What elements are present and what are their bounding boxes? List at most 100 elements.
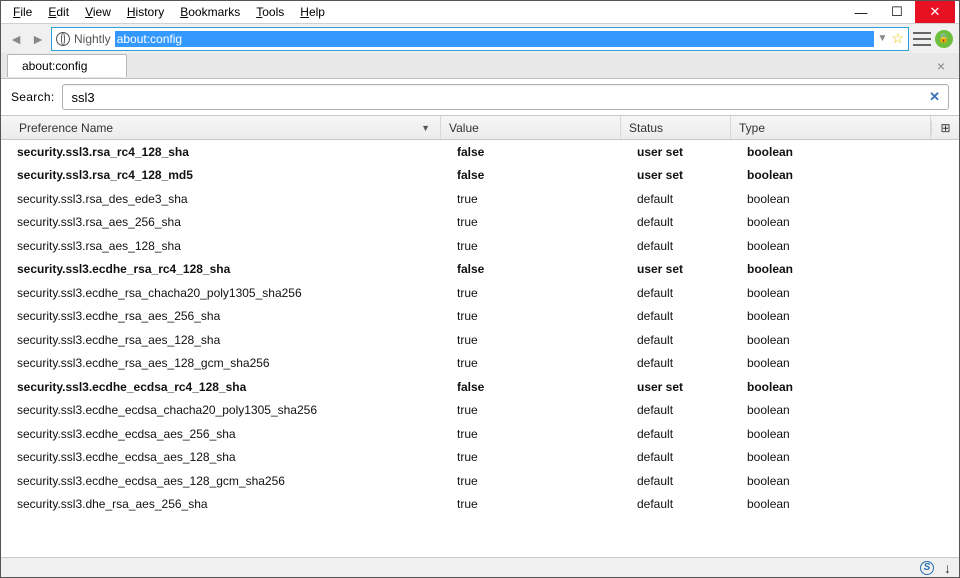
pref-value: true [441,450,621,464]
pref-name: security.ssl3.ecdhe_rsa_rc4_128_sha [1,262,441,276]
pref-value: true [441,474,621,488]
table-row[interactable]: security.ssl3.ecdhe_ecdsa_aes_256_shatru… [1,422,959,446]
table-row[interactable]: security.ssl3.ecdhe_rsa_rc4_128_shafalse… [1,258,959,282]
pref-name: security.ssl3.dhe_rsa_aes_256_sha [1,497,441,511]
column-header-value[interactable]: Value [441,116,621,139]
pref-status: user set [621,380,731,394]
pref-name: security.ssl3.ecdhe_rsa_aes_128_gcm_sha2… [1,356,441,370]
search-box[interactable]: ✕ [62,84,949,110]
column-header-name-label: Preference Name [19,121,113,135]
pref-status: default [621,192,731,206]
pref-status: default [621,427,731,441]
window-controls: — ☐ ✕ [843,1,955,23]
pref-type: boolean [731,239,959,253]
pref-type: boolean [731,450,959,464]
pref-status: default [621,333,731,347]
pref-value: true [441,403,621,417]
table-row[interactable]: security.ssl3.rsa_des_ede3_shatruedefaul… [1,187,959,211]
pref-name: security.ssl3.ecdhe_ecdsa_aes_128_gcm_sh… [1,474,441,488]
table-row[interactable]: security.ssl3.rsa_aes_128_shatruedefault… [1,234,959,258]
pref-value: true [441,192,621,206]
table-row[interactable]: security.ssl3.ecdhe_rsa_aes_256_shatrued… [1,305,959,329]
pref-type: boolean [731,168,959,182]
pref-status: default [621,356,731,370]
script-status-icon[interactable]: S [920,561,934,575]
pref-name: security.ssl3.rsa_rc4_128_md5 [1,168,441,182]
forward-button[interactable]: ► [29,30,47,48]
table-row[interactable]: security.ssl3.ecdhe_rsa_aes_128_shatrued… [1,328,959,352]
pref-value: true [441,356,621,370]
pref-status: default [621,309,731,323]
pref-name: security.ssl3.ecdhe_ecdsa_aes_256_sha [1,427,441,441]
close-window-button[interactable]: ✕ [915,1,955,23]
urlbar-dropdown-icon[interactable]: ▼ [878,33,888,44]
search-row: Search: ✕ [1,79,959,115]
tab-close-button[interactable]: × [929,58,953,74]
menu-history[interactable]: History [119,3,172,21]
menubar: FileEditViewHistoryBookmarksToolsHelp — … [1,1,959,23]
table-row[interactable]: security.ssl3.rsa_rc4_128_shafalseuser s… [1,140,959,164]
preferences-table: Preference Name ▼ Value Status Type ⊞ se… [1,115,959,557]
clear-search-icon[interactable]: ✕ [929,89,940,105]
pref-status: default [621,497,731,511]
table-row[interactable]: security.ssl3.rsa_rc4_128_md5falseuser s… [1,164,959,188]
pref-type: boolean [731,356,959,370]
search-input[interactable] [71,90,929,105]
table-row[interactable]: security.ssl3.ecdhe_rsa_chacha20_poly130… [1,281,959,305]
menu-file[interactable]: File [5,3,40,21]
pref-type: boolean [731,192,959,206]
table-row[interactable]: security.ssl3.ecdhe_ecdsa_chacha20_poly1… [1,399,959,423]
pref-name: security.ssl3.ecdhe_rsa_aes_128_sha [1,333,441,347]
pref-value: false [441,145,621,159]
maximize-button[interactable]: ☐ [879,1,915,23]
column-header-status[interactable]: Status [621,116,731,139]
pref-value: true [441,333,621,347]
table-row[interactable]: security.ssl3.ecdhe_ecdsa_aes_128_shatru… [1,446,959,470]
column-header-name[interactable]: Preference Name ▼ [11,116,441,139]
security-badge-icon[interactable]: 🔒 [935,30,953,48]
table-row[interactable]: security.ssl3.rsa_aes_256_shatruedefault… [1,211,959,235]
pref-value: true [441,497,621,511]
tab-about-config[interactable]: about:config [7,54,127,77]
column-picker-icon[interactable]: ⊞ [931,121,959,135]
pref-type: boolean [731,286,959,300]
pref-type: boolean [731,403,959,417]
menu-tools[interactable]: Tools [248,3,292,21]
back-button[interactable]: ◄ [7,30,25,48]
menu-view[interactable]: View [77,3,119,21]
pref-type: boolean [731,145,959,159]
pref-name: security.ssl3.ecdhe_ecdsa_chacha20_poly1… [1,403,441,417]
pref-name: security.ssl3.ecdhe_ecdsa_aes_128_sha [1,450,441,464]
table-row[interactable]: security.ssl3.ecdhe_ecdsa_aes_128_gcm_sh… [1,469,959,493]
pref-status: default [621,450,731,464]
sort-indicator-icon: ▼ [421,123,430,133]
table-body[interactable]: security.ssl3.rsa_rc4_128_shafalseuser s… [1,140,959,557]
url-text[interactable]: about:config [115,31,874,47]
table-row[interactable]: security.ssl3.ecdhe_ecdsa_rc4_128_shafal… [1,375,959,399]
bookmark-star-icon[interactable]: ☆ [891,30,904,47]
pref-name: security.ssl3.rsa_aes_256_sha [1,215,441,229]
table-row[interactable]: security.ssl3.dhe_rsa_aes_256_shatruedef… [1,493,959,517]
menu-help[interactable]: Help [292,3,333,21]
menu-edit[interactable]: Edit [40,3,77,21]
identity-box[interactable]: Nightly [56,32,111,46]
pref-value: false [441,380,621,394]
menu-bookmarks[interactable]: Bookmarks [172,3,248,21]
column-header-type[interactable]: Type [731,116,931,139]
pref-value: false [441,168,621,182]
download-arrow-icon[interactable]: ↓ [944,560,951,576]
pref-value: true [441,215,621,229]
pref-type: boolean [731,427,959,441]
pref-type: boolean [731,380,959,394]
pref-status: user set [621,168,731,182]
url-bar[interactable]: Nightly about:config ▼ ☆ [51,27,909,51]
pref-status: user set [621,145,731,159]
pref-name: security.ssl3.ecdhe_ecdsa_rc4_128_sha [1,380,441,394]
minimize-button[interactable]: — [843,1,879,23]
globe-icon [56,32,70,46]
pref-status: default [621,474,731,488]
table-row[interactable]: security.ssl3.ecdhe_rsa_aes_128_gcm_sha2… [1,352,959,376]
menu-button[interactable] [913,31,931,47]
pref-name: security.ssl3.rsa_des_ede3_sha [1,192,441,206]
pref-name: security.ssl3.ecdhe_rsa_aes_256_sha [1,309,441,323]
